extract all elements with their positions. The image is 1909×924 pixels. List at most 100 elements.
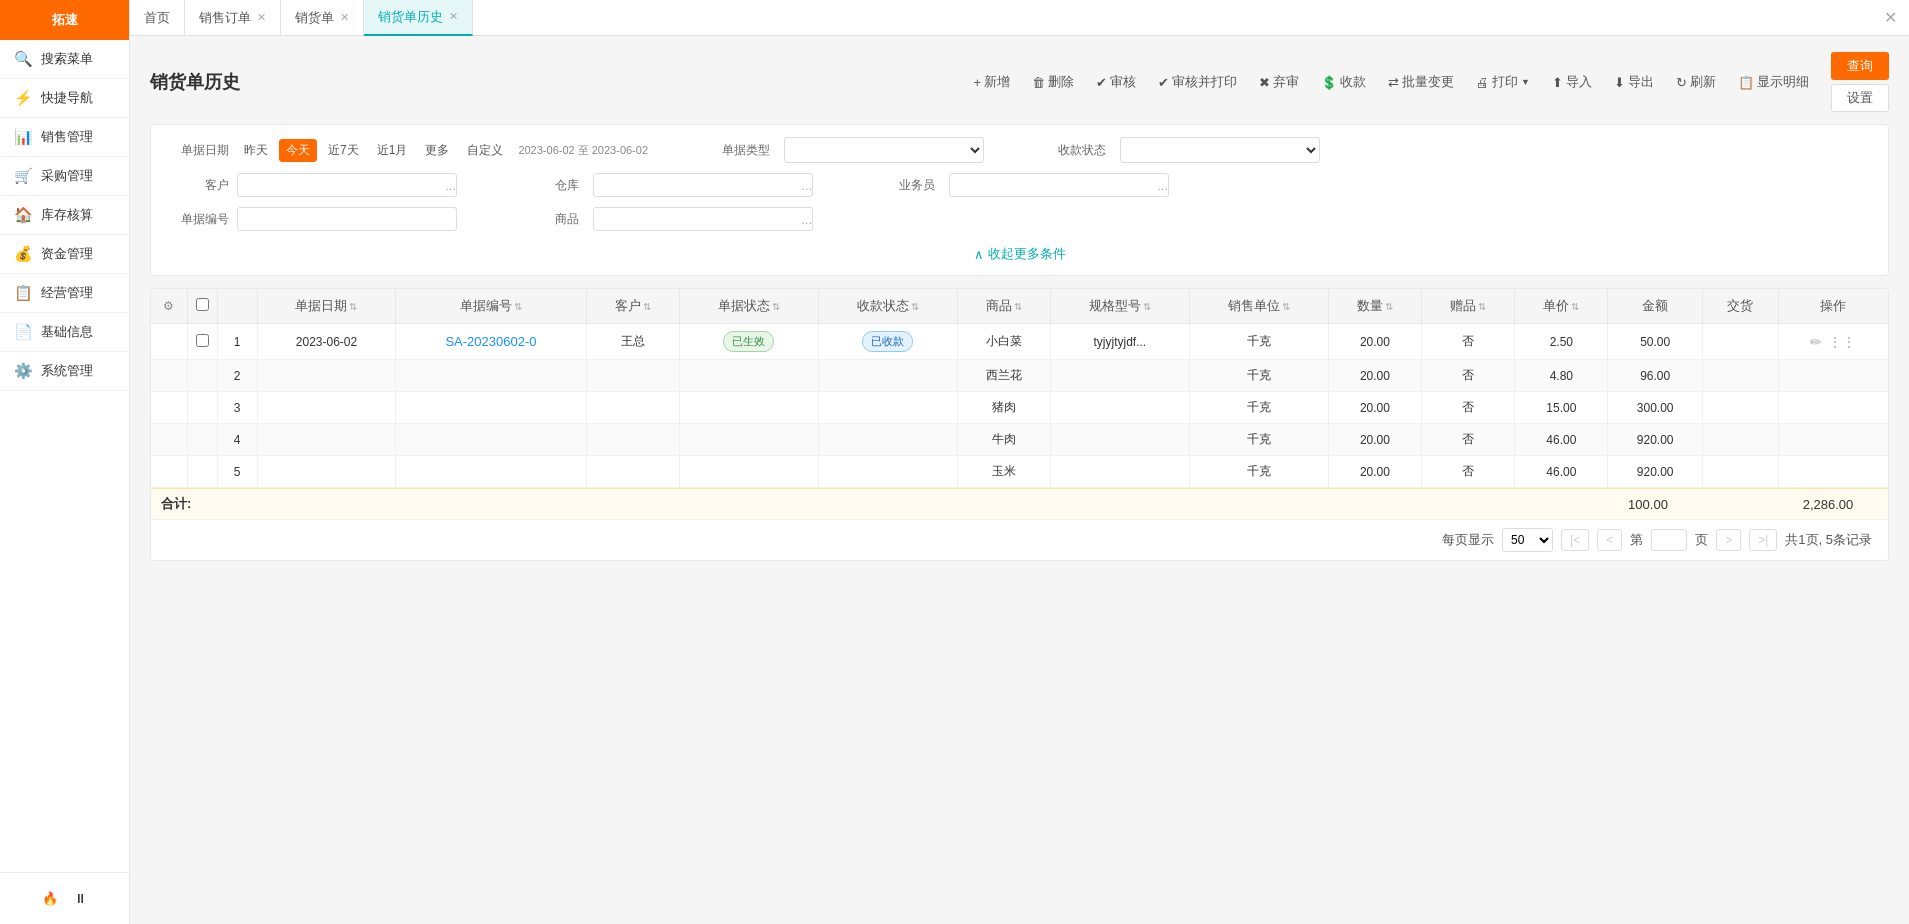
refresh-button[interactable]: ↻ 刷新 [1668, 69, 1724, 95]
customer-input[interactable] [238, 174, 441, 196]
more-icon[interactable]: ⋮⋮ [1828, 334, 1856, 350]
last-page-button[interactable]: >| [1749, 529, 1777, 551]
edit-icon[interactable]: ✏ [1810, 334, 1822, 350]
search-icon: 🔍 [14, 50, 33, 68]
th-payment-status[interactable]: 收款状态⇅ [818, 289, 957, 324]
td-trade [1702, 424, 1778, 456]
show-detail-button[interactable]: 📋 显示明细 [1730, 69, 1817, 95]
toolbar: + 新增 🗑 删除 ✔ 审核 ✔ 审核并打印 ✖ 弃审 [965, 52, 1889, 112]
sidebar-item-quick-nav[interactable]: ⚡ 快捷导航 [0, 79, 129, 118]
sidebar-item-purchase-mgmt[interactable]: 🛒 采购管理 [0, 157, 129, 196]
close-tab-sales-order[interactable]: ✕ [257, 11, 266, 24]
row-checkbox[interactable] [196, 334, 209, 347]
export-button[interactable]: ⬇ 导出 [1606, 69, 1662, 95]
salesperson-input[interactable] [950, 174, 1153, 196]
batch-change-button[interactable]: ⇄ 批量变更 [1380, 69, 1462, 95]
next-page-button[interactable]: > [1716, 529, 1741, 551]
sidebar-item-search[interactable]: 🔍 搜索菜单 [0, 40, 129, 79]
date-tag-more[interactable]: 更多 [418, 139, 456, 162]
th-row-no [217, 289, 257, 324]
sort-gift-icon: ⇅ [1478, 301, 1486, 312]
tab-sales-history[interactable]: 销货单历史 ✕ [364, 0, 473, 36]
td-checkbox [187, 324, 217, 360]
receive-icon: 💲 [1321, 75, 1337, 90]
customer-dots[interactable]: ... [445, 178, 456, 193]
th-unit[interactable]: 销售单位⇅ [1189, 289, 1328, 324]
tab-home[interactable]: 首页 [130, 0, 185, 36]
sidebar-item-basic-info[interactable]: 📄 基础信息 [0, 313, 129, 352]
date-tag-today[interactable]: 今天 [279, 139, 317, 162]
query-button[interactable]: 查询 [1831, 52, 1889, 80]
refresh-icon: ↻ [1676, 75, 1687, 90]
tab-sales-goods[interactable]: 销货单 ✕ [281, 0, 364, 36]
date-tag-custom[interactable]: 自定义 [460, 139, 510, 162]
doc-no-input[interactable] [237, 207, 457, 231]
sidebar-item-sys-mgmt[interactable]: ⚙️ 系统管理 [0, 352, 129, 391]
prev-page-button[interactable]: < [1597, 529, 1622, 551]
td-doc-status [679, 456, 818, 488]
th-doc-date[interactable]: 单据日期⇅ [257, 289, 396, 324]
first-page-button[interactable]: |< [1561, 529, 1589, 551]
date-tag-7days[interactable]: 近7天 [321, 139, 366, 162]
th-qty[interactable]: 数量⇅ [1328, 289, 1421, 324]
date-tag-yesterday[interactable]: 昨天 [237, 139, 275, 162]
sort-doc-date-icon: ⇅ [349, 301, 357, 312]
audit-button[interactable]: ✔ 审核 [1088, 69, 1144, 95]
close-tab-sales-goods[interactable]: ✕ [340, 11, 349, 24]
collapse-button[interactable]: ∧ 收起更多条件 [167, 241, 1872, 263]
th-spec[interactable]: 规格型号⇅ [1050, 289, 1189, 324]
td-doc-no [396, 456, 586, 488]
sidebar-item-inventory[interactable]: 🏠 库存核算 [0, 196, 129, 235]
th-customer[interactable]: 客户⇅ [586, 289, 679, 324]
th-doc-status[interactable]: 单据状态⇅ [679, 289, 818, 324]
td-doc-no [396, 392, 586, 424]
audit-print-button[interactable]: ✔ 审核并打印 [1150, 69, 1245, 95]
sort-doc-status-icon: ⇅ [772, 301, 780, 312]
close-all-tabs[interactable]: ✕ [1872, 8, 1909, 27]
add-button[interactable]: + 新增 [965, 69, 1018, 95]
delete-button[interactable]: 🗑 删除 [1024, 69, 1082, 95]
sidebar-bottom-actions[interactable]: 🔥 ⏸ [0, 881, 129, 916]
goods-dots[interactable]: ... [801, 212, 812, 227]
setting-button[interactable]: 设置 [1831, 84, 1889, 112]
sort-spec-icon: ⇅ [1143, 301, 1151, 312]
close-tab-sales-history[interactable]: ✕ [449, 10, 458, 23]
receive-button[interactable]: 💲 收款 [1313, 69, 1374, 95]
inventory-icon: 🏠 [14, 206, 33, 224]
sidebar-item-funds-mgmt[interactable]: 💰 资金管理 [0, 235, 129, 274]
th-gear[interactable]: ⚙ [151, 289, 187, 324]
td-payment-status [818, 424, 957, 456]
import-button[interactable]: ⬆ 导入 [1544, 69, 1600, 95]
td-price: 4.80 [1515, 360, 1608, 392]
td-amount: 300.00 [1608, 392, 1702, 424]
doc-no-link[interactable]: SA-20230602-0 [445, 334, 536, 349]
th-gift[interactable]: 赠品⇅ [1422, 289, 1515, 324]
select-all-checkbox[interactable] [196, 298, 209, 311]
warehouse-input[interactable] [594, 174, 797, 196]
print-button[interactable]: 🖨 打印 ▼ [1468, 69, 1538, 95]
tab-sales-order[interactable]: 销售订单 ✕ [185, 0, 281, 36]
td-trade [1702, 392, 1778, 424]
page-title: 销货单历史 [150, 70, 240, 94]
th-price[interactable]: 单价⇅ [1515, 289, 1608, 324]
td-gear [151, 360, 187, 392]
salesperson-dots[interactable]: ... [1157, 178, 1168, 193]
doc-type-select[interactable] [784, 137, 984, 163]
summary-values: 100.00 2,286.00 [241, 497, 1878, 512]
abandon-button[interactable]: ✖ 弃审 [1251, 69, 1307, 95]
td-spec [1050, 360, 1189, 392]
th-goods[interactable]: 商品⇅ [957, 289, 1050, 324]
td-qty: 20.00 [1328, 360, 1421, 392]
sidebar-item-sales-mgmt[interactable]: 📊 销售管理 [0, 118, 129, 157]
td-doc-status: 已生效 [679, 324, 818, 360]
payment-status-select[interactable] [1120, 137, 1320, 163]
td-checkbox [187, 456, 217, 488]
per-page-select[interactable]: 50 100 200 [1502, 528, 1553, 552]
current-page-input[interactable]: 1 [1651, 529, 1687, 551]
td-price: 15.00 [1515, 392, 1608, 424]
sidebar-item-ops-mgmt[interactable]: 📋 经营管理 [0, 274, 129, 313]
th-doc-no[interactable]: 单据编号⇅ [396, 289, 586, 324]
goods-input[interactable] [594, 208, 797, 230]
date-tag-1month[interactable]: 近1月 [370, 139, 415, 162]
warehouse-dots[interactable]: ... [801, 178, 812, 193]
